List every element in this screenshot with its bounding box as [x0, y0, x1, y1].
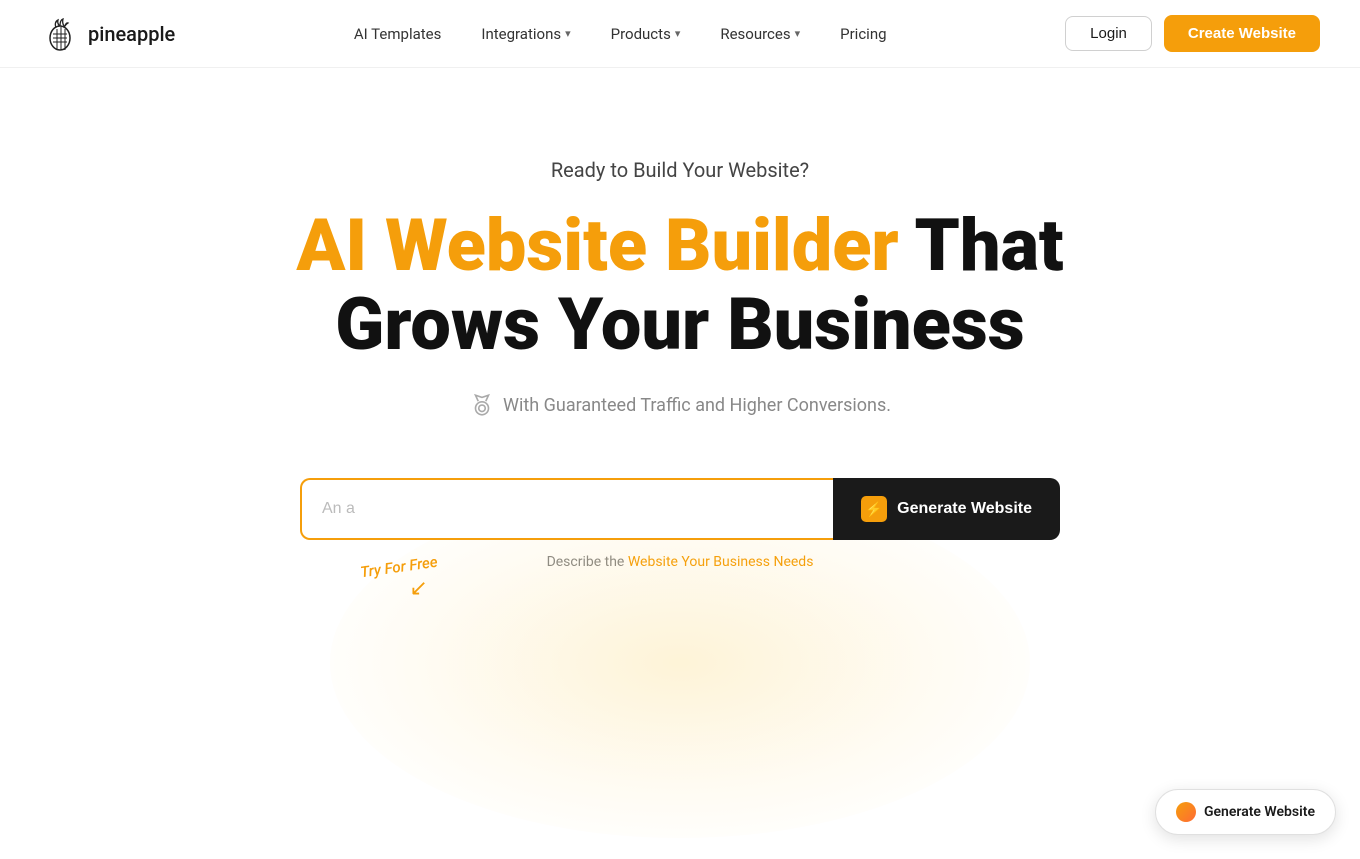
- nav-item-integrations[interactable]: Integrations ▾: [465, 17, 586, 51]
- chevron-down-icon: ▾: [565, 27, 571, 40]
- try-free-arrow-icon: ↙: [409, 578, 427, 600]
- create-website-button[interactable]: Create Website: [1164, 15, 1320, 52]
- logo[interactable]: pineapple: [40, 14, 175, 54]
- pineapple-logo-icon: [40, 14, 80, 54]
- nav-item-ai-templates[interactable]: AI Templates: [338, 17, 457, 51]
- hero-title-orange: AI Website Builder: [296, 203, 898, 288]
- login-button[interactable]: Login: [1065, 16, 1152, 51]
- nav-item-resources[interactable]: Resources ▾: [704, 17, 816, 51]
- lightning-icon: ⚡: [861, 496, 887, 522]
- website-description-input[interactable]: [300, 478, 833, 540]
- floating-dot-icon: [1176, 802, 1196, 822]
- try-free-annotation: Try For Free ↙: [360, 558, 438, 600]
- chevron-down-icon: ▾: [795, 27, 801, 40]
- nav-item-pricing[interactable]: Pricing: [824, 17, 902, 51]
- hero-subtitle: Ready to Build Your Website?: [551, 158, 809, 182]
- hero-glow: [330, 488, 1030, 838]
- chevron-down-icon: ▾: [675, 27, 681, 40]
- generate-website-button[interactable]: ⚡ Generate Website: [833, 478, 1060, 540]
- nav-actions: Login Create Website: [1065, 15, 1320, 52]
- hero-title: AI Website Builder ThatGrows Your Busine…: [296, 206, 1063, 364]
- medal-icon: [469, 392, 495, 418]
- hero-section: Ready to Build Your Website? AI Website …: [0, 68, 1360, 848]
- generate-area: ⚡ Generate Website: [300, 478, 1060, 540]
- floating-generate-button[interactable]: Generate Website: [1155, 789, 1336, 835]
- generate-hint: Describe the Website Your Business Needs: [547, 554, 814, 570]
- nav-item-products[interactable]: Products ▾: [595, 17, 697, 51]
- navbar: pineapple AI Templates Integrations ▾ Pr…: [0, 0, 1360, 68]
- nav-links: AI Templates Integrations ▾ Products ▾ R…: [338, 17, 903, 51]
- logo-text: pineapple: [88, 22, 175, 46]
- hero-tagline: With Guaranteed Traffic and Higher Conve…: [469, 392, 891, 418]
